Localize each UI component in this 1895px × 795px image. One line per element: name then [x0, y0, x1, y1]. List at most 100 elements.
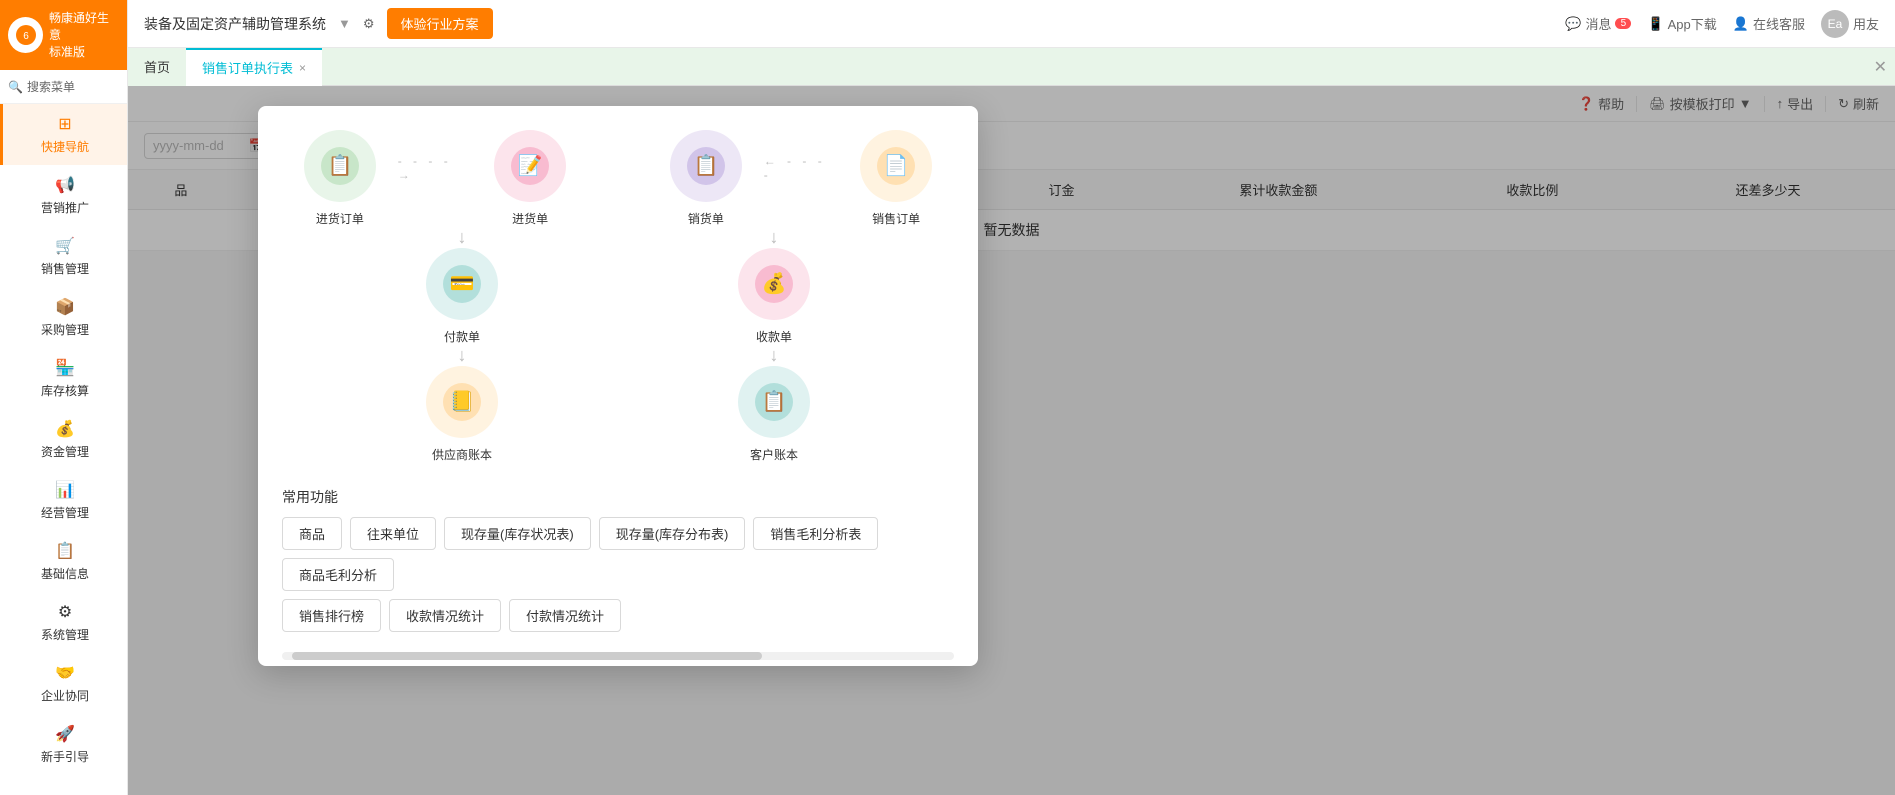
- flow-label-receipt-bill: 收款单: [756, 328, 792, 345]
- svg-text:6: 6: [23, 31, 29, 42]
- sidebar-nav: ⊞ 快捷导航 📢 营销推广 🛒 销售管理 📦 采购管理 🏪 库存核算 💰: [0, 104, 127, 795]
- modal-overlay: 📋 进货订单 - - - - →: [128, 86, 1895, 795]
- tab-sales-order-exec[interactable]: 销售订单执行表 ×: [186, 48, 322, 86]
- avatar: Ea: [1821, 10, 1849, 38]
- svg-text:📄: 📄: [884, 153, 909, 177]
- sidebar-item-sales[interactable]: 🛒 销售管理: [0, 226, 127, 287]
- online-service-button[interactable]: 👤 在线客服: [1733, 14, 1805, 33]
- basic-info-icon: 📋: [55, 541, 75, 561]
- func-btn-payment-stats[interactable]: 付款情况统计: [509, 599, 621, 632]
- flow-item-supplier-ledger: 📒 供应商账本: [402, 366, 522, 463]
- sidebar-item-finance[interactable]: 💰 资金管理: [0, 409, 127, 470]
- tab-home[interactable]: 首页: [128, 48, 186, 86]
- sidebar-item-purchase[interactable]: 📦 采购管理: [0, 287, 127, 348]
- sidebar-item-basic-info[interactable]: 📋 基础信息: [0, 531, 127, 592]
- logo-text: 畅康通好生意 标准版: [49, 10, 119, 60]
- flow-circle-supplier-ledger: 📒: [426, 366, 498, 438]
- flow-label-purchase-order: 进货订单: [316, 210, 364, 227]
- func-btn-product-gross-analysis[interactable]: 商品毛利分析: [282, 558, 394, 591]
- scroll-thumb: [292, 652, 762, 660]
- svg-text:📋: 📋: [693, 153, 718, 177]
- system-icon: ⚙: [58, 602, 72, 622]
- scroll-track: [282, 652, 954, 660]
- function-buttons-row-1: 商品 往来单位 现存量(库存状况表) 现存量(库存分布表) 销售毛利分析表 商品…: [282, 517, 954, 591]
- flow-circle-purchase-order: 📋: [304, 130, 376, 202]
- message-icon: 💬: [1565, 16, 1581, 32]
- download-icon: 📱: [1647, 16, 1663, 32]
- arrow-down-payment: ↓: [402, 345, 522, 366]
- search-icon: 🔍: [8, 80, 23, 94]
- arrow-down-purchase: ↓: [402, 227, 522, 248]
- flow-item-purchase-order: 📋 进货订单: [282, 130, 398, 227]
- modal-body: 📋 进货订单 - - - - →: [258, 106, 978, 666]
- svg-text:💰: 💰: [762, 271, 787, 295]
- flow-circle-purchase-bill: 📝: [494, 130, 566, 202]
- user-menu[interactable]: Ea 用友: [1821, 10, 1879, 38]
- operations-icon: 📊: [55, 480, 75, 500]
- func-btn-customers[interactable]: 往来单位: [350, 517, 436, 550]
- func-btn-product[interactable]: 商品: [282, 517, 342, 550]
- tab-close-button[interactable]: ×: [299, 61, 306, 75]
- func-btn-sales-ranking[interactable]: 销售排行榜: [282, 599, 381, 632]
- scroll-right-arrow[interactable]: ›: [950, 662, 954, 666]
- scroll-left-arrow[interactable]: ‹: [282, 662, 286, 666]
- func-btn-receipt-stats[interactable]: 收款情况统计: [389, 599, 501, 632]
- arrow-sales-order-to-bill: ← - - - -: [764, 154, 839, 204]
- flow-label-supplier-ledger: 供应商账本: [432, 446, 492, 463]
- gear-button[interactable]: ⚙: [363, 16, 375, 32]
- flow-label-sales-bill: 销货单: [688, 210, 724, 227]
- top-bar: 装备及固定资产辅助管理系统 ▼ ⚙ 体验行业方案 💬 消息 5 📱 App下载 …: [128, 0, 1895, 48]
- arrow-purchase-to-bill: - - - - →: [398, 154, 473, 204]
- flow-item-customer-ledger: 📋 客户账本: [714, 366, 834, 463]
- common-functions-title: 常用功能: [282, 487, 954, 507]
- inventory-icon: 🏪: [55, 358, 75, 378]
- quick-nav-icon: ⊞: [58, 114, 71, 134]
- sidebar-item-quick-nav[interactable]: ⊞ 快捷导航: [0, 104, 127, 165]
- func-btn-inventory-status[interactable]: 现存量(库存状况表): [444, 517, 591, 550]
- arrow-down-sales: ↓: [714, 227, 834, 248]
- experience-button[interactable]: 体验行业方案: [387, 8, 493, 39]
- flow-item-sales-order: 📄 销售订单: [838, 130, 954, 227]
- sidebar-search[interactable]: 🔍 搜索菜单: [0, 70, 127, 104]
- message-badge: 5: [1615, 18, 1631, 29]
- flow-circle-sales-bill: 📋: [670, 130, 742, 202]
- modal-scroll[interactable]: ‹ ›: [282, 648, 954, 666]
- flow-item-payment-bill: 💳 付款单: [402, 248, 522, 345]
- finance-icon: 💰: [55, 419, 75, 439]
- arrow-down-receipt: ↓: [714, 345, 834, 366]
- app-download-button[interactable]: 📱 App下载: [1647, 14, 1716, 33]
- sidebar-item-marketing[interactable]: 📢 营销推广: [0, 165, 127, 226]
- sidebar-item-system[interactable]: ⚙ 系统管理: [0, 592, 127, 653]
- marketing-icon: 📢: [55, 175, 75, 195]
- system-dropdown-arrow[interactable]: ▼: [338, 16, 351, 31]
- func-btn-inventory-dist[interactable]: 现存量(库存分布表): [599, 517, 746, 550]
- svg-text:💳: 💳: [450, 273, 475, 295]
- message-button[interactable]: 💬 消息 5: [1565, 14, 1631, 33]
- func-btn-sales-gross-analysis[interactable]: 销售毛利分析表: [753, 517, 878, 550]
- close-all-tabs-button[interactable]: ✕: [1874, 57, 1887, 77]
- flow-circle-receipt-bill: 💰: [738, 248, 810, 320]
- top-bar-actions: 💬 消息 5 📱 App下载 👤 在线客服 Ea 用友: [1565, 10, 1879, 38]
- common-functions-section: 常用功能 商品 往来单位 现存量(库存状况表) 现存量(库存分布表) 销售毛利分…: [282, 479, 954, 632]
- flow-label-customer-ledger: 客户账本: [750, 446, 798, 463]
- logo-icon: 6: [8, 17, 43, 53]
- svg-text:📋: 📋: [762, 389, 787, 413]
- flow-label-sales-order: 销售订单: [872, 210, 920, 227]
- sales-icon: 🛒: [55, 236, 75, 256]
- svg-text:📋: 📋: [327, 153, 352, 177]
- logo-area: 6 畅康通好生意 标准版: [0, 0, 127, 70]
- sidebar-item-guide[interactable]: 🚀 新手引导: [0, 714, 127, 775]
- flow-modal: 📋 进货订单 - - - - →: [258, 106, 978, 666]
- sidebar: 6 畅康通好生意 标准版 🔍 搜索菜单 ⊞ 快捷导航 📢 营销推广 🛒: [0, 0, 128, 795]
- enterprise-icon: 🤝: [55, 663, 75, 683]
- flow-circle-sales-order: 📄: [860, 130, 932, 202]
- main-content: 装备及固定资产辅助管理系统 ▼ ⚙ 体验行业方案 💬 消息 5 📱 App下载 …: [128, 0, 1895, 795]
- sidebar-item-enterprise[interactable]: 🤝 企业协同: [0, 653, 127, 714]
- svg-text:📒: 📒: [450, 390, 475, 413]
- flow-item-receipt-bill: 💰 收款单: [714, 248, 834, 345]
- sidebar-item-operations[interactable]: 📊 经营管理: [0, 470, 127, 531]
- sidebar-item-inventory[interactable]: 🏪 库存核算: [0, 348, 127, 409]
- function-buttons-row-2: 销售排行榜 收款情况统计 付款情况统计: [282, 599, 954, 632]
- flow-circle-customer-ledger: 📋: [738, 366, 810, 438]
- guide-icon: 🚀: [55, 724, 75, 744]
